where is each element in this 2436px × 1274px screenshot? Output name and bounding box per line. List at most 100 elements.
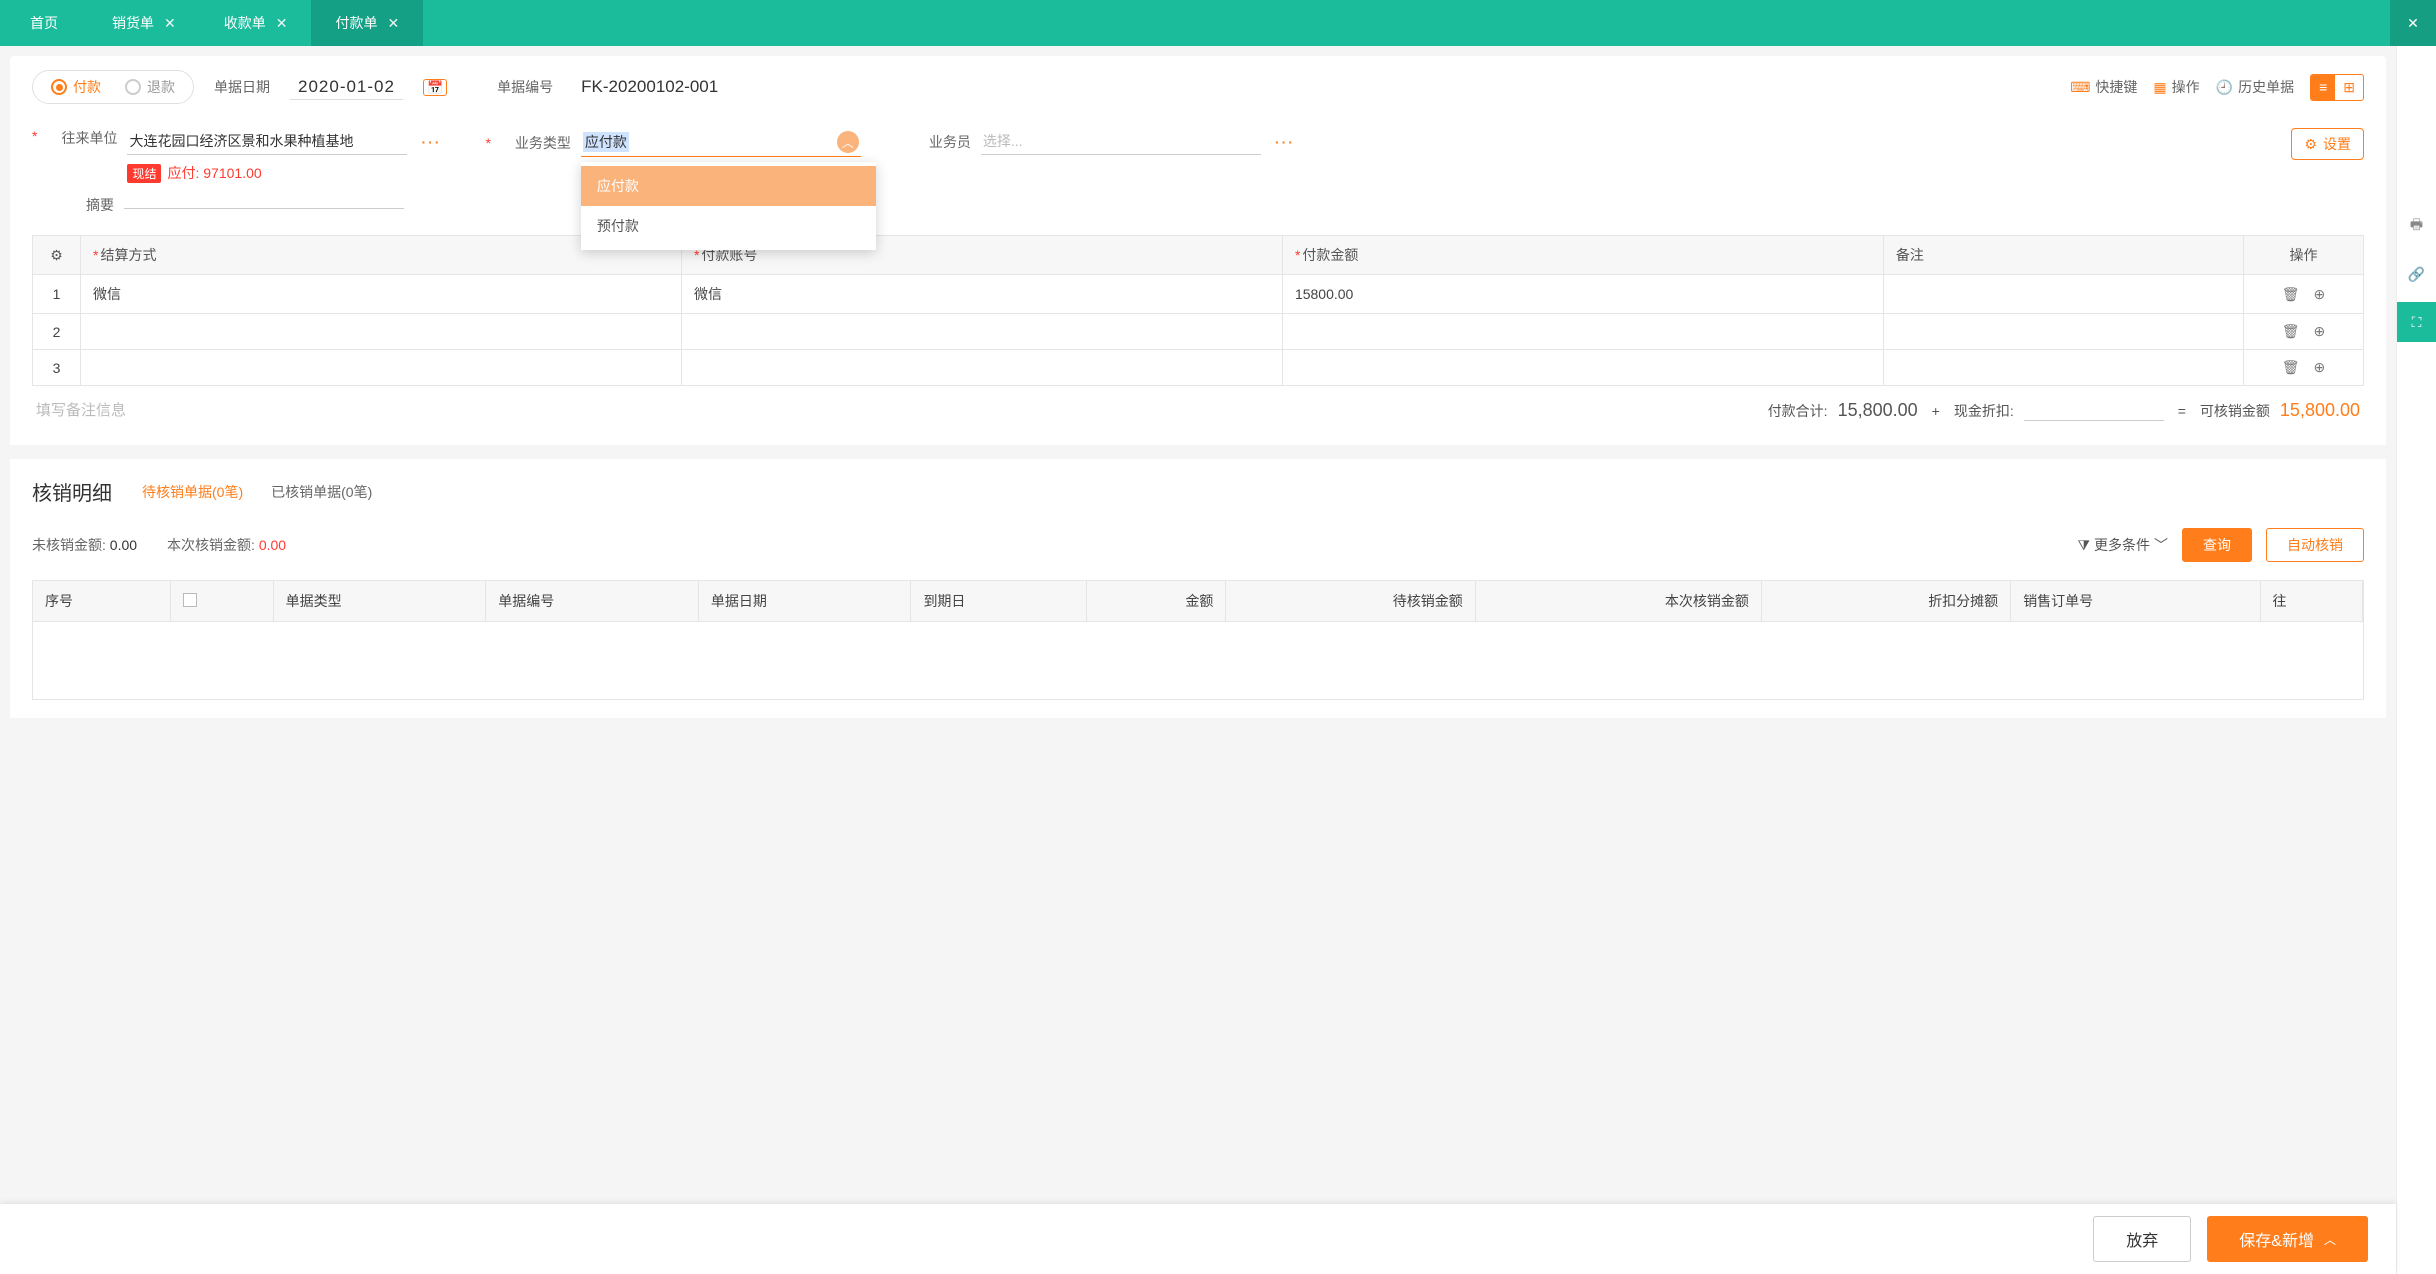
query-button[interactable]: 查询 — [2182, 528, 2252, 562]
tab-receipt[interactable]: 收款单 ✕ — [200, 0, 312, 46]
date-value[interactable]: 2020-01-02 — [290, 75, 403, 100]
table-row: 2 🗑⊕ — [33, 314, 2364, 350]
partner-label: 往来单位 — [47, 128, 117, 148]
cell-remark[interactable] — [1883, 275, 2243, 314]
dcol-order: 销售订单号 — [2011, 581, 2260, 622]
tabs-close-all[interactable]: ✕ — [2390, 0, 2436, 46]
tab-sales[interactable]: 销货单 ✕ — [88, 0, 200, 46]
pay-total-value: 15,800.00 — [1838, 400, 1918, 421]
form-card: * 往来单位 大连花园口经济区景和水果种植基地 ··· 现结 应付: 97101… — [10, 114, 2386, 445]
auto-writeoff-button[interactable]: 自动核销 — [2266, 528, 2364, 562]
chevron-up-icon[interactable]: ︿ — [837, 131, 859, 153]
dcol-seq: 序号 — [33, 581, 171, 622]
tab-pending[interactable]: 待核销单据(0笔) — [142, 482, 243, 502]
dcol-check[interactable] — [171, 581, 273, 622]
view-card-icon[interactable] — [2335, 75, 2363, 100]
writeoff-table: 序号 单据类型 单据编号 单据日期 到期日 金额 待核销金额 本次核销金额 折扣… — [33, 581, 2363, 622]
tab-label: 付款单 — [335, 13, 377, 33]
chevron-up-icon: ︿ — [2324, 1231, 2336, 1248]
calendar-icon[interactable]: 📅 — [423, 79, 447, 96]
cash-tag: 现结 — [127, 164, 161, 183]
biztype-dropdown: 应付款 预付款 — [581, 162, 876, 250]
salesman-select[interactable]: 选择... — [981, 128, 1261, 155]
doc-header: 付款 退款 单据日期 2020-01-02 📅 单据编号 FK-20200102… — [10, 56, 2386, 114]
more-conditions[interactable]: ⧩更多条件﹀ — [2078, 535, 2169, 555]
biztype-option[interactable]: 预付款 — [581, 206, 876, 246]
biztype-option[interactable]: 应付款 — [581, 166, 876, 206]
cell-amount[interactable] — [1282, 350, 1883, 386]
partner-value: 大连花园口经济区景和水果种植基地 — [129, 131, 353, 151]
delete-row-icon[interactable]: 🗑 — [2282, 323, 2300, 340]
discount-input[interactable] — [2024, 401, 2164, 421]
cell-method[interactable] — [81, 314, 682, 350]
unwriteoff-value: 0.00 — [110, 537, 137, 553]
view-list-icon[interactable] — [2311, 75, 2335, 100]
remark-input[interactable] — [36, 402, 1754, 419]
dcol-amount: 金额 — [1087, 581, 1226, 622]
docno-value: FK-20200102-001 — [573, 75, 726, 100]
detail-title: 核销明细 — [32, 477, 112, 506]
close-icon[interactable]: ✕ — [276, 15, 288, 32]
add-row-icon[interactable]: ⊕ — [2314, 359, 2326, 376]
keyboard-icon: ⌨ — [2070, 79, 2090, 96]
cell-method[interactable] — [81, 350, 682, 386]
checkbox-icon[interactable] — [183, 593, 197, 607]
grid-icon: ▦ — [2153, 79, 2166, 96]
discount-label: 现金折扣: — [1954, 401, 2014, 421]
table-row: 1 微信 微信 15800.00 🗑⊕ — [33, 275, 2364, 314]
cell-amount[interactable] — [1282, 314, 1883, 350]
biztype-select[interactable]: 应付款 ︿ 应付款 预付款 — [581, 128, 861, 157]
settings-button[interactable]: ⚙ 设置 — [2291, 128, 2364, 160]
tab-done[interactable]: 已核销单据(0笔) — [271, 482, 372, 502]
pay-total-label: 付款合计: — [1768, 401, 1828, 421]
link-icon[interactable]: 🔗 — [2397, 254, 2436, 294]
history-link[interactable]: 🕘 历史单据 — [2216, 77, 2294, 97]
dcol-more: 往 — [2260, 581, 2362, 622]
cell-amount[interactable]: 15800.00 — [1282, 275, 1883, 314]
view-toggle — [2310, 74, 2364, 101]
tab-home[interactable]: 首页 — [0, 0, 88, 46]
radio-refund-label: 退款 — [147, 77, 175, 97]
partner-lookup-icon[interactable]: ··· — [417, 134, 445, 150]
dcol-disc: 折扣分摊额 — [1761, 581, 2010, 622]
cell-method[interactable]: 微信 — [81, 275, 682, 314]
cell-remark[interactable] — [1883, 350, 2243, 386]
operate-link[interactable]: ▦操作 — [2153, 77, 2199, 97]
tab-payment[interactable]: 付款单 ✕ — [311, 0, 423, 46]
more-cond-label: 更多条件 — [2094, 535, 2150, 555]
footer-actions: 放弃 保存&新增︿ — [0, 1204, 2396, 1274]
add-row-icon[interactable]: ⊕ — [2314, 286, 2326, 303]
col-amount: 付款金额 — [1282, 236, 1883, 275]
partner-input[interactable]: 大连花园口经济区景和水果种植基地 — [127, 128, 407, 155]
print-icon[interactable]: 🖶 — [2397, 206, 2436, 246]
delete-row-icon[interactable]: 🗑 — [2282, 359, 2300, 376]
gear-column-icon[interactable]: ⚙ — [33, 236, 81, 275]
col-remark: 备注 — [1883, 236, 2243, 275]
writeoff-label: 可核销金额 — [2200, 401, 2270, 421]
dcol-pending: 待核销金额 — [1226, 581, 1475, 622]
cell-remark[interactable] — [1883, 314, 2243, 350]
cell-account[interactable] — [681, 314, 1282, 350]
due-text: 应付: 97101.00 — [167, 163, 261, 183]
salesman-lookup-icon[interactable]: ··· — [1271, 134, 1299, 150]
radio-pay[interactable]: 付款 — [51, 77, 101, 97]
shortcut-link[interactable]: ⌨快捷键 — [2070, 77, 2137, 97]
history-icon: 🕘 — [2216, 79, 2233, 96]
add-row-icon[interactable]: ⊕ — [2314, 323, 2326, 340]
cell-account[interactable]: 微信 — [681, 275, 1282, 314]
right-sidebar: 🖶 🔗 ⛶ — [2396, 46, 2436, 1274]
save-new-button[interactable]: 保存&新增︿ — [2207, 1216, 2368, 1262]
discard-button[interactable]: 放弃 — [2093, 1216, 2191, 1262]
summary-input[interactable] — [124, 202, 404, 209]
cell-account[interactable] — [681, 350, 1282, 386]
expand-icon[interactable]: ⛶ — [2397, 302, 2436, 342]
radio-refund[interactable]: 退款 — [125, 77, 175, 97]
close-icon[interactable]: ✕ — [164, 15, 176, 32]
close-icon[interactable]: ✕ — [387, 15, 399, 32]
history-label: 历史单据 — [2238, 77, 2294, 97]
payment-table: ⚙ 结算方式 付款账号 付款金额 备注 操作 1 微信 微信 15800.00 … — [32, 235, 2364, 386]
eq-sign: = — [2178, 403, 2186, 419]
dcol-no: 单据编号 — [486, 581, 699, 622]
salesman-label: 业务员 — [901, 132, 971, 152]
delete-row-icon[interactable]: 🗑 — [2282, 286, 2300, 303]
